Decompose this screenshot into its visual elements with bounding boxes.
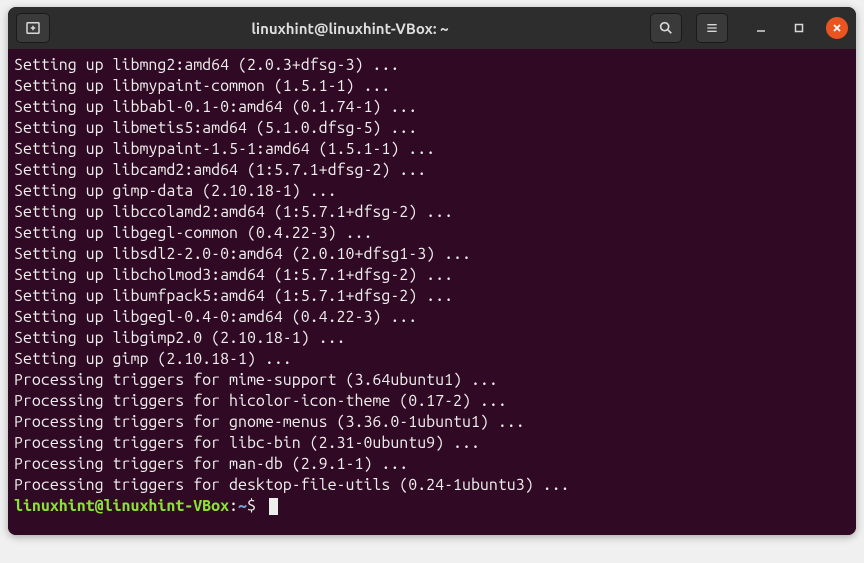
titlebar-left: [16, 13, 50, 43]
menu-button[interactable]: [696, 13, 728, 43]
titlebar: linuxhint@linuxhint-VBox: ~: [8, 7, 856, 49]
window-controls: [750, 17, 848, 39]
output-line: Setting up libumfpack5:amd64 (1:5.7.1+df…: [14, 286, 848, 307]
cursor: [269, 498, 278, 515]
terminal-body[interactable]: Setting up libmng2:amd64 (2.0.3+dfsg-3) …: [8, 49, 856, 535]
output-line: Processing triggers for desktop-file-uti…: [14, 475, 848, 496]
output-line: Setting up libbabl-0.1-0:amd64 (0.1.74-1…: [14, 97, 848, 118]
close-icon: [832, 23, 842, 33]
prompt-line: linuxhint@linuxhint-VBox:~$: [14, 496, 848, 517]
output-line: Setting up libmng2:amd64 (2.0.3+dfsg-3) …: [14, 55, 848, 76]
output-line: Setting up libmypaint-common (1.5.1-1) .…: [14, 76, 848, 97]
hamburger-icon: [704, 20, 720, 36]
output-line: Setting up libccolamd2:amd64 (1:5.7.1+df…: [14, 202, 848, 223]
prompt-symbol: $: [247, 497, 256, 515]
new-tab-button[interactable]: [16, 13, 50, 43]
output-line: Processing triggers for hicolor-icon-the…: [14, 391, 848, 412]
output-line: Setting up libcamd2:amd64 (1:5.7.1+dfsg-…: [14, 160, 848, 181]
prompt-separator: :: [229, 497, 238, 515]
window-title: linuxhint@linuxhint-VBox: ~: [50, 20, 650, 37]
titlebar-right: [650, 13, 848, 43]
output-line: Processing triggers for mime-support (3.…: [14, 370, 848, 391]
search-icon: [658, 20, 674, 36]
output-line: Processing triggers for libc-bin (2.31-0…: [14, 433, 848, 454]
close-button[interactable]: [826, 17, 848, 39]
search-button[interactable]: [650, 13, 682, 43]
output-line: Setting up libcholmod3:amd64 (1:5.7.1+df…: [14, 265, 848, 286]
output-line: Setting up libgimp2.0 (2.10.18-1) ...: [14, 328, 848, 349]
minimize-button[interactable]: [750, 17, 772, 39]
maximize-button[interactable]: [788, 17, 810, 39]
output-line: Setting up libsdl2-2.0-0:amd64 (2.0.10+d…: [14, 244, 848, 265]
minimize-icon: [756, 23, 766, 33]
terminal-window: linuxhint@linuxhint-VBox: ~: [8, 7, 856, 535]
output-line: Setting up libmypaint-1.5-1:amd64 (1.5.1…: [14, 139, 848, 160]
output-line: Setting up gimp (2.10.18-1) ...: [14, 349, 848, 370]
output-line: Setting up libmetis5:amd64 (5.1.0.dfsg-5…: [14, 118, 848, 139]
output-line: Processing triggers for man-db (2.9.1-1)…: [14, 454, 848, 475]
new-tab-icon: [24, 19, 42, 37]
output-line: Setting up libgegl-common (0.4.22-3) ...: [14, 223, 848, 244]
prompt-path: ~: [238, 497, 247, 515]
maximize-icon: [794, 23, 804, 33]
prompt-user-host: linuxhint@linuxhint-VBox: [14, 497, 229, 515]
output-line: Setting up libgegl-0.4-0:amd64 (0.4.22-3…: [14, 307, 848, 328]
output-line: Setting up gimp-data (2.10.18-1) ...: [14, 181, 848, 202]
output-line: Processing triggers for gnome-menus (3.3…: [14, 412, 848, 433]
